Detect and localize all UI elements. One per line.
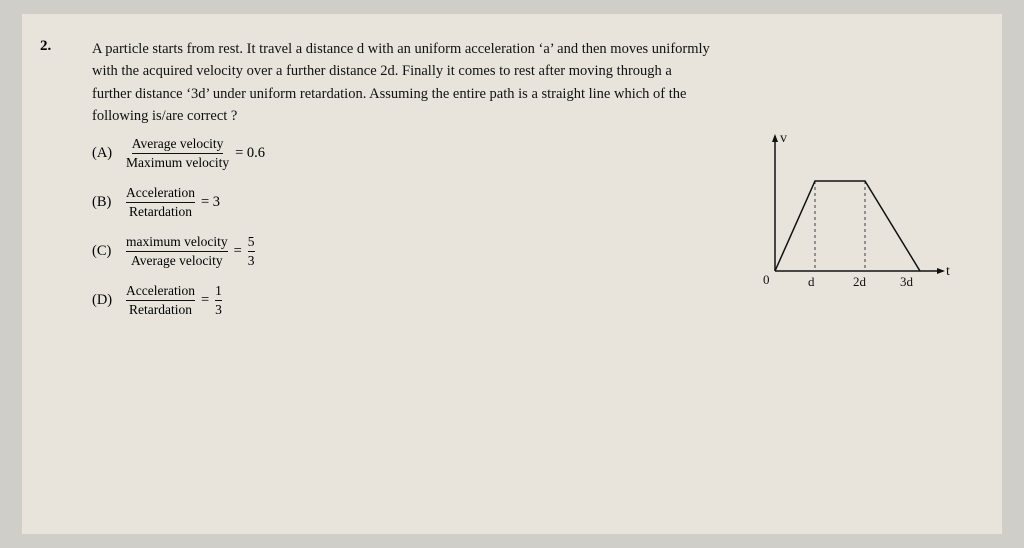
option-d-denominator: Retardation [129,301,192,318]
option-d-equals: = [201,292,209,309]
option-d-value-num: 1 [215,283,222,301]
two-d-label: 2d [853,274,867,289]
v-label: v [780,131,787,146]
d-label: d [808,274,815,289]
option-b-numerator: Acceleration [126,185,195,203]
option-d: (D) Acceleration Retardation = 1 3 [92,283,690,318]
option-c-denominator: Average velocity [131,252,223,269]
origin-label: 0 [763,272,770,287]
fraction-c-value: 5 3 [248,234,255,269]
option-b: (B) Acceleration Retardation = 3 [92,185,690,220]
fraction-b: Acceleration Retardation [126,185,195,220]
option-a-denominator: Maximum velocity [126,154,229,171]
option-b-equals: = 3 [201,194,220,211]
option-a-numerator: Average velocity [132,136,224,154]
question-number: 2. [40,38,51,55]
option-d-value-den: 3 [215,301,222,318]
option-c-equals: = [234,243,242,260]
graph-area: v t 0 d 2d 3d [710,126,970,332]
text-line3: further distance ‘3d’ under uniform reta… [92,86,686,102]
content-area: (A) Average velocity Maximum velocity = … [92,136,970,332]
option-c-value-den: 3 [248,252,255,269]
options-area: (A) Average velocity Maximum velocity = … [92,136,690,332]
option-a-equals: = 0.6 [235,145,265,162]
fraction-a: Average velocity Maximum velocity [126,136,229,171]
option-c-label: (C) [92,243,124,260]
option-d-label: (D) [92,292,124,309]
option-c-numerator: maximum velocity [126,234,228,252]
text-line4: following is/are correct ? [92,108,237,124]
text-line1: A particle starts from rest. It travel a… [92,41,710,57]
text-line2: with the acquired velocity over a furthe… [92,63,672,79]
option-b-label: (B) [92,194,124,211]
question-text: A particle starts from rest. It travel a… [92,38,970,128]
option-b-denominator: Retardation [129,203,192,220]
option-d-numerator: Acceleration [126,283,195,301]
option-c: (C) maximum velocity Average velocity = … [92,234,690,269]
fraction-c: maximum velocity Average velocity [126,234,228,269]
velocity-time-graph: v t 0 d 2d 3d [725,126,955,306]
t-label: t [946,264,950,279]
option-a: (A) Average velocity Maximum velocity = … [92,136,690,171]
option-a-label: (A) [92,145,124,162]
fraction-d-value: 1 3 [215,283,222,318]
fraction-d: Acceleration Retardation [126,283,195,318]
three-d-label: 3d [900,274,914,289]
option-c-value-num: 5 [248,234,255,252]
page: 2. A particle starts from rest. It trave… [22,14,1002,534]
